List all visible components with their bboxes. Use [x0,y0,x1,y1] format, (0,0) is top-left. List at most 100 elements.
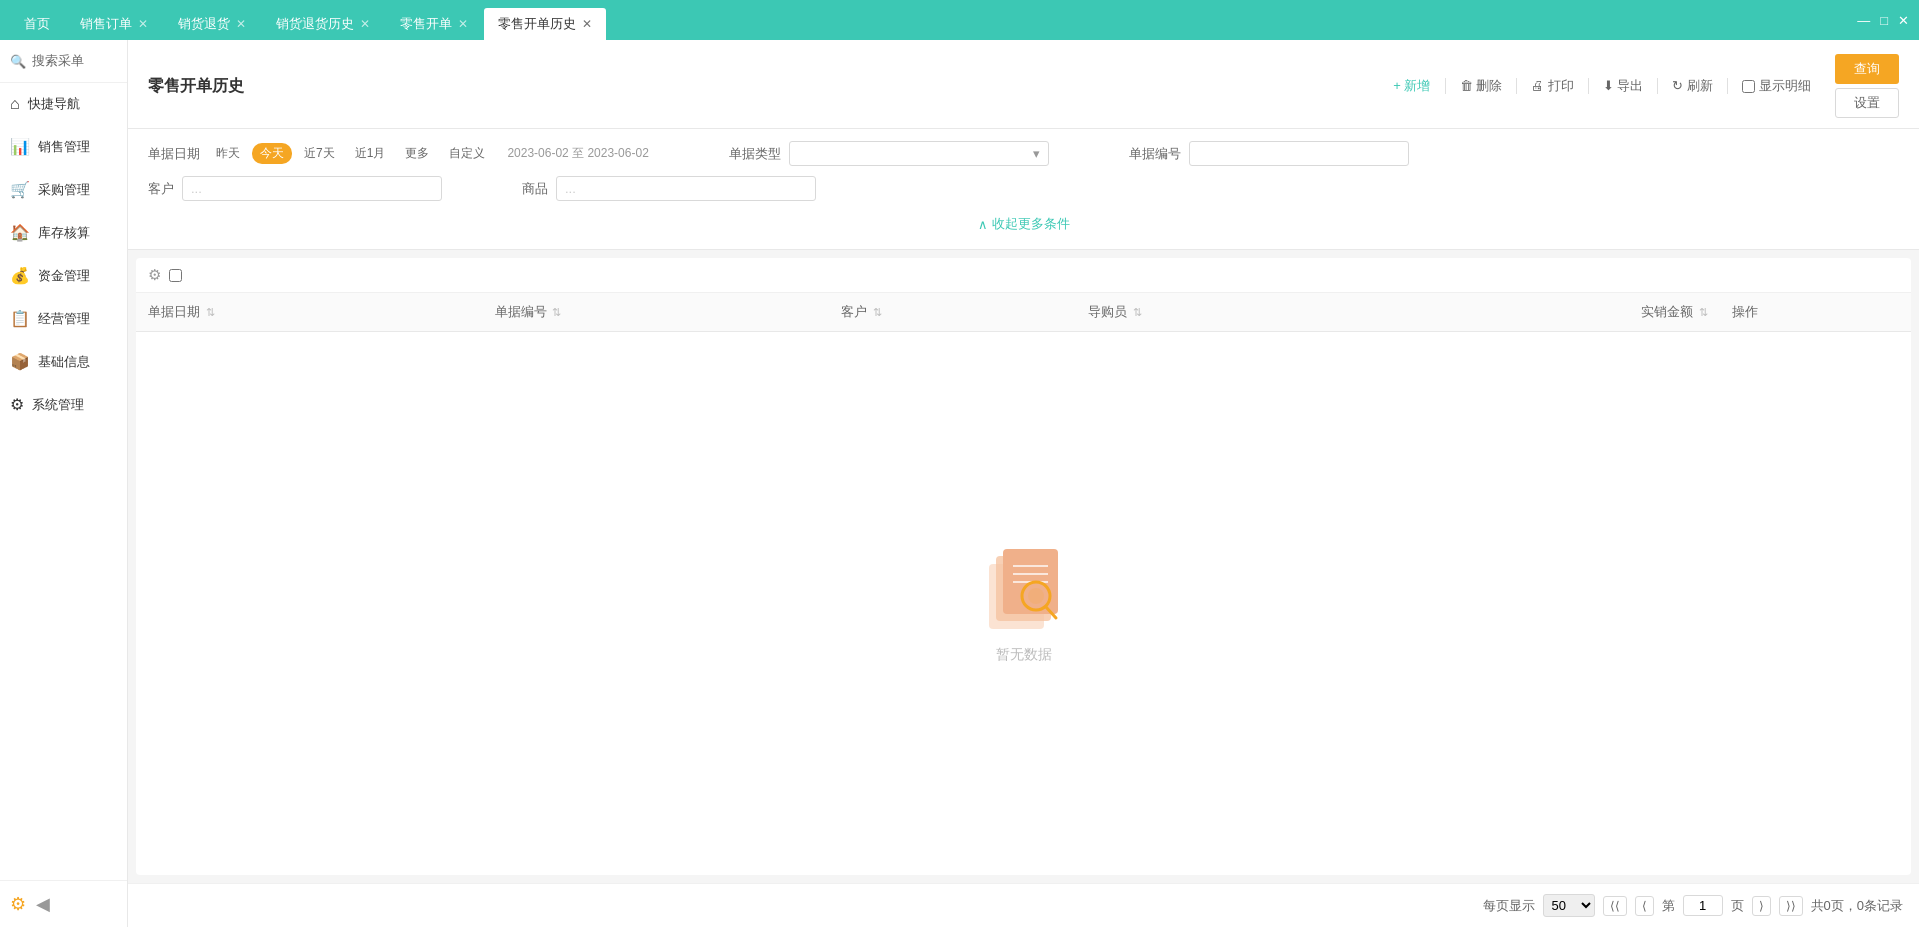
maximize-btn[interactable]: □ [1880,13,1888,28]
customer-filter: 客户 ... [148,176,442,201]
sidebar-collapse-btn[interactable]: ◀ [36,893,50,915]
tab-close-icon[interactable]: ✕ [236,17,246,31]
divider-3 [1588,78,1589,94]
toolbar: + 新增 🗑 删除 🖨 打印 ⬇ 导出 ↻ 刷新 显示明细 查询 设置 [1393,54,1899,118]
filter-area: 单据日期 昨天 今天 近7天 近1月 更多 自定义 2023-06-02 至 2… [128,129,1919,250]
sort-guide-icon[interactable]: ⇅ [1133,306,1142,318]
col-date: 单据日期 ⇅ [136,293,483,332]
date-filter: 单据日期 昨天 今天 近7天 近1月 更多 自定义 2023-06-02 至 2… [148,143,649,164]
sidebar-icon-purchase-mgmt: 🛒 [10,180,30,199]
table-header-row: 单据日期 ⇅ 单据编号 ⇅ 客户 ⇅ 导购员 ⇅ [136,293,1911,332]
close-btn[interactable]: ✕ [1898,13,1909,28]
refresh-button[interactable]: ↻ 刷新 [1672,77,1713,95]
tab-retail-open-history[interactable]: 零售开单历史 ✕ [484,8,606,40]
page-number-input[interactable] [1683,895,1723,916]
col-customer-label: 客户 [841,304,867,319]
tab-label: 销货退货 [178,15,230,33]
sidebar-gear-btn[interactable]: ⚙ [10,893,26,915]
prev-page-btn[interactable]: ⟨ [1635,896,1654,916]
sidebar-item-finance[interactable]: 💰 资金管理 [0,254,127,297]
sidebar-item-basic-info[interactable]: 📦 基础信息 [0,340,127,383]
number-input[interactable] [1189,141,1409,166]
sort-number-icon[interactable]: ⇅ [552,306,561,318]
page-header: 零售开单历史 + 新增 🗑 删除 🖨 打印 ⬇ 导出 ↻ 刷新 显示明细 查询 [128,40,1919,129]
sidebar-icon-sys-mgmt: ⚙ [10,395,24,414]
svg-point-8 [1028,588,1044,604]
sidebar-item-inventory[interactable]: 🏠 库存核算 [0,211,127,254]
sidebar-item-purchase-mgmt[interactable]: 🛒 采购管理 [0,168,127,211]
sidebar-icon-operations: 📋 [10,309,30,328]
sort-amount-icon[interactable]: ⇅ [1699,306,1708,318]
date-today[interactable]: 今天 [252,143,292,164]
sidebar-label-quick-nav: 快捷导航 [28,95,80,113]
col-guide: 导购员 ⇅ [1076,293,1373,332]
number-label: 单据编号 [1129,145,1181,163]
tab-label: 首页 [24,15,50,33]
delete-button[interactable]: 🗑 删除 [1460,77,1503,95]
tab-label: 零售开单历史 [498,15,576,33]
add-button[interactable]: + 新增 [1393,77,1430,95]
show-detail-label: 显示明细 [1742,77,1811,95]
table-settings-icon[interactable]: ⚙ [148,266,161,284]
tab-retail-open[interactable]: 零售开单✕ [386,8,482,40]
divider-2 [1516,78,1517,94]
sidebar-item-operations[interactable]: 📋 经营管理 [0,297,127,340]
tab-close-icon[interactable]: ✕ [138,17,148,31]
tab-label: 销售订单 [80,15,132,33]
sidebar-search[interactable]: 🔍 搜索采单 [0,40,127,83]
per-page-select[interactable]: 50 10 20 100 [1543,894,1595,917]
print-button[interactable]: 🖨 打印 [1531,77,1574,95]
type-filter: 单据类型 ▾ [729,141,1049,166]
type-select[interactable]: ▾ [789,141,1049,166]
divider-1 [1445,78,1446,94]
col-amount-label: 实销金额 [1641,304,1693,319]
tab-sales-order[interactable]: 销售订单 ✕ [66,8,162,40]
sidebar-label-sales-mgmt: 销售管理 [38,138,90,156]
table-head: 单据日期 ⇅ 单据编号 ⇅ 客户 ⇅ 导购员 ⇅ [136,293,1911,332]
divider-4 [1657,78,1658,94]
main-layout: 🔍 搜索采单 ⌂ 快捷导航 📊 销售管理 🛒 采购管理 🏠 库存核算 💰 资金管… [0,40,1919,927]
sidebar-item-sales-mgmt[interactable]: 📊 销售管理 [0,125,127,168]
sidebar-item-quick-nav[interactable]: ⌂ 快捷导航 [0,83,127,125]
tab-sales-return-history[interactable]: 销货退货历史 ✕ [262,8,384,40]
last-page-btn[interactable]: ⟩⟩ [1779,896,1803,916]
date-7days[interactable]: 近7天 [296,143,343,164]
show-detail-checkbox[interactable] [1742,80,1755,93]
tab-close-icon[interactable]: ✕ [582,17,592,31]
tab-close-icon[interactable]: ✕ [458,17,468,31]
sidebar-label-operations: 经营管理 [38,310,90,328]
goods-select[interactable]: ... [556,176,816,201]
query-button[interactable]: 查询 [1835,54,1899,84]
date-buttons: 昨天 今天 近7天 近1月 更多 自定义 [208,143,493,164]
sidebar-label-inventory: 库存核算 [38,224,90,242]
date-label: 单据日期 [148,145,200,163]
sort-customer-icon[interactable]: ⇅ [873,306,882,318]
next-page-btn[interactable]: ⟩ [1752,896,1771,916]
sidebar-icon-basic-info: 📦 [10,352,30,371]
filter-row-2: 客户 ... 商品 ... [148,176,1899,201]
customer-select[interactable]: ... [182,176,442,201]
select-all-checkbox[interactable] [169,269,182,282]
col-ops: 操作 [1720,293,1911,332]
tab-sales-return[interactable]: 销货退货 ✕ [164,8,260,40]
minimize-btn[interactable]: — [1857,13,1870,28]
tab-close-icon[interactable]: ✕ [360,17,370,31]
sidebar-icon-finance: 💰 [10,266,30,285]
sidebar-item-sys-mgmt[interactable]: ⚙ 系统管理 [0,383,127,426]
export-button[interactable]: ⬇ 导出 [1603,77,1644,95]
date-yesterday[interactable]: 昨天 [208,143,248,164]
tab-label: 销货退货历史 [276,15,354,33]
pagination-bar: 每页显示 50 10 20 100 ⟨⟨ ⟨ 第 页 ⟩ ⟩⟩ 共0页，0条记录 [128,883,1919,927]
col-date-label: 单据日期 [148,304,200,319]
date-custom[interactable]: 自定义 [441,143,493,164]
first-page-btn[interactable]: ⟨⟨ [1603,896,1627,916]
date-1month[interactable]: 近1月 [347,143,394,164]
window-controls: — □ ✕ [1857,13,1909,28]
collapse-conditions-btn[interactable]: ∧ 收起更多条件 [148,211,1899,237]
sort-date-icon[interactable]: ⇅ [206,306,215,318]
sidebar-icon-sales-mgmt: 📊 [10,137,30,156]
search-icon: 🔍 [10,54,26,69]
date-more[interactable]: 更多 [397,143,437,164]
tab-home[interactable]: 首页 [10,8,64,40]
settings-button[interactable]: 设置 [1835,88,1899,118]
